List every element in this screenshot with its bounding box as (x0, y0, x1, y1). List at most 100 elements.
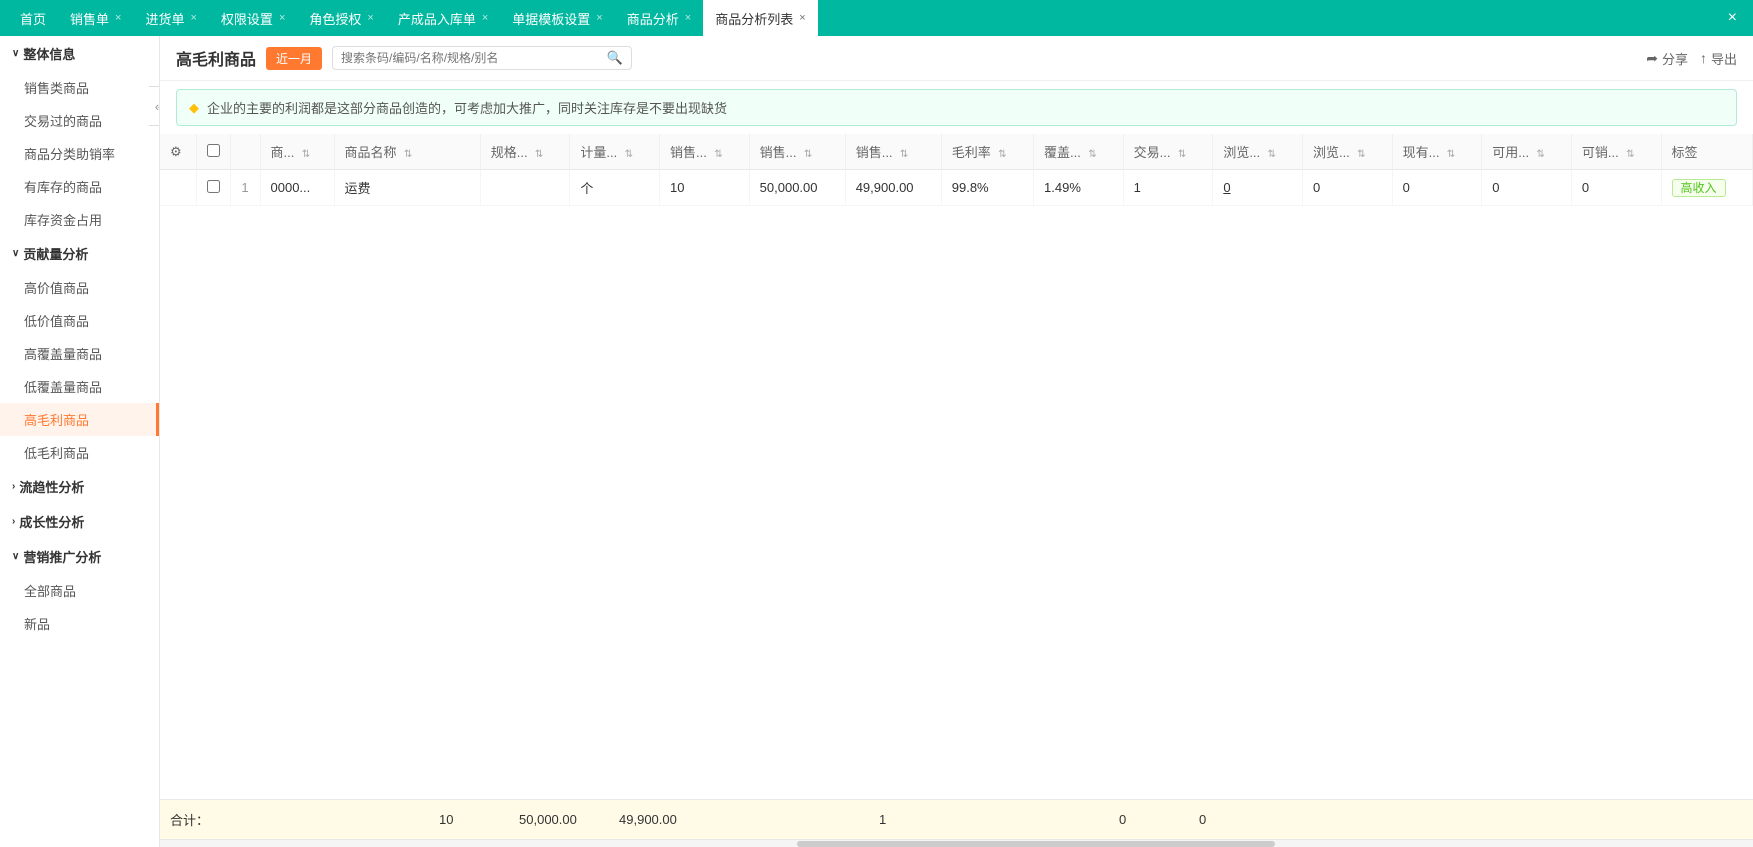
sort-icon: ⇅ (535, 149, 543, 160)
cell-browse1[interactable]: 0 (1213, 170, 1303, 206)
footer-transaction: 1 (869, 812, 949, 827)
cell-gross-margin: 99.8% (941, 170, 1033, 206)
cell-settings (160, 170, 196, 206)
close-icon[interactable]: × (596, 12, 602, 24)
export-icon: ↑ (1700, 50, 1707, 66)
sidebar-group-contribution[interactable]: ∨ 贡献量分析 (0, 236, 159, 271)
close-icon[interactable]: × (279, 12, 285, 24)
col-transaction[interactable]: 交易... ⇅ (1123, 134, 1213, 170)
sidebar-item-sales-goods[interactable]: 销售类商品 (0, 71, 159, 104)
sidebar-item-all-goods[interactable]: 全部商品 (0, 574, 159, 607)
sort-icon: ⇅ (1447, 149, 1455, 160)
col-unit[interactable]: 计量... ⇅ (570, 134, 660, 170)
close-icon[interactable]: × (115, 12, 121, 24)
sort-icon: ⇅ (1178, 149, 1186, 160)
sidebar-item-category-rate[interactable]: 商品分类助销率 (0, 137, 159, 170)
page-title: 高毛利商品 (176, 46, 256, 70)
sidebar-group-contribution-items: 高价值商品 低价值商品 高覆盖量商品 低覆盖量商品 高毛利商品 低毛利商品 (0, 271, 159, 469)
banner-text: 企业的主要的利润都是这部分商品创造的，可考虑加大推广，同时关注库存是不要出现缺货 (207, 98, 727, 117)
nav-item-warehouse[interactable]: 产成品入库单 × (386, 0, 500, 36)
footer-spacer3 (789, 812, 869, 827)
settings-icon[interactable]: ⚙ (170, 144, 182, 159)
col-browse1[interactable]: 浏览... ⇅ (1213, 134, 1303, 170)
search-icon[interactable]: 🔍 (607, 50, 623, 66)
table-body: 1 0000... 运费 个 (160, 170, 1753, 206)
table-row: 1 0000... 运费 个 (160, 170, 1753, 206)
select-all-checkbox[interactable] (207, 144, 220, 157)
col-checkbox[interactable] (196, 134, 230, 170)
cell-sales-qty: 10 (660, 170, 750, 206)
sidebar-collapse-button[interactable]: « (149, 86, 160, 126)
sidebar-item-low-coverage[interactable]: 低覆盖量商品 (0, 370, 159, 403)
search-wrapper: 🔍 (332, 46, 632, 70)
footer-values: 10 50,000.00 49,900.00 1 0 0 (229, 812, 1743, 827)
export-button[interactable]: ↑ 导出 (1700, 49, 1737, 68)
col-name[interactable]: 商品名称 ⇅ (334, 134, 480, 170)
sidebar-item-high-margin[interactable]: 高毛利商品 (0, 403, 159, 436)
close-icon[interactable]: × (685, 12, 691, 24)
close-icon[interactable]: × (799, 12, 805, 24)
sidebar-item-traded-goods[interactable]: 交易过的商品 (0, 104, 159, 137)
col-settings[interactable]: ⚙ (160, 134, 196, 170)
nav-item-roles[interactable]: 角色授权 × (297, 0, 385, 36)
sidebar-item-high-coverage[interactable]: 高覆盖量商品 (0, 337, 159, 370)
sidebar-item-high-value[interactable]: 高价值商品 (0, 271, 159, 304)
sidebar-item-stock-capital[interactable]: 库存资金占用 (0, 203, 159, 236)
footer-spacer4 (949, 812, 1029, 827)
col-sales-amount[interactable]: 销售... ⇅ (749, 134, 845, 170)
scrollbar-thumb[interactable] (797, 841, 1275, 847)
cell-num: 1 (230, 170, 260, 206)
nav-item-permissions[interactable]: 权限设置 × (209, 0, 297, 36)
close-icon[interactable]: × (482, 12, 488, 24)
nav-item-purchase[interactable]: 进货单 × (133, 0, 208, 36)
data-table-container: ⚙ 商... ⇅ 商品名称 ⇅ (160, 134, 1753, 799)
row-checkbox[interactable] (207, 180, 220, 193)
sidebar-item-low-margin[interactable]: 低毛利商品 (0, 436, 159, 469)
share-button[interactable]: ➦ 分享 (1646, 49, 1688, 68)
col-sales-cost[interactable]: 销售... ⇅ (845, 134, 941, 170)
sidebar: « ∨ 整体信息 销售类商品 交易过的商品 商品分类助销率 有库存的商品 库存资… (0, 36, 160, 847)
col-coverage[interactable]: 覆盖... ⇅ (1034, 134, 1124, 170)
col-code[interactable]: 商... ⇅ (260, 134, 334, 170)
cell-browse2: 0 (1302, 170, 1392, 206)
sidebar-group-growth[interactable]: › 成长性分析 (0, 504, 159, 539)
nav-item-analysis[interactable]: 商品分析 × (615, 0, 703, 36)
footer-spacer (229, 812, 429, 827)
sidebar-group-overall[interactable]: ∨ 整体信息 (0, 36, 159, 71)
col-browse2[interactable]: 浏览... ⇅ (1302, 134, 1392, 170)
close-icon[interactable]: × (367, 12, 373, 24)
search-input[interactable] (341, 51, 601, 65)
sidebar-item-low-value[interactable]: 低价值商品 (0, 304, 159, 337)
cell-code: 0000... (260, 170, 334, 206)
nav-item-analysis-list[interactable]: 商品分析列表 × (703, 0, 817, 36)
footer-current-stock: 0 (1109, 812, 1189, 827)
sort-icon: ⇅ (1536, 149, 1544, 160)
col-current-stock[interactable]: 现有... ⇅ (1392, 134, 1482, 170)
sidebar-group-marketing-items: 全部商品 新品 (0, 574, 159, 640)
cell-saleable: 0 (1571, 170, 1661, 206)
nav-item-home[interactable]: 首页 (8, 0, 58, 36)
sort-icon: ⇅ (998, 149, 1006, 160)
col-spec[interactable]: 规格... ⇅ (480, 134, 570, 170)
col-sales-qty[interactable]: 销售... ⇅ (660, 134, 750, 170)
main-layout: « ∨ 整体信息 销售类商品 交易过的商品 商品分类助销率 有库存的商品 库存资… (0, 36, 1753, 847)
footer-spacer2 (709, 812, 789, 827)
nav-item-template[interactable]: 单据模板设置 × (500, 0, 614, 36)
footer-sales-cost: 49,900.00 (609, 812, 709, 827)
sidebar-group-marketing[interactable]: ∨ 营销推广分析 (0, 539, 159, 574)
cell-coverage: 1.49% (1034, 170, 1124, 206)
col-available[interactable]: 可用... ⇅ (1482, 134, 1572, 170)
nav-item-sales[interactable]: 销售单 × (58, 0, 133, 36)
cell-unit: 个 (570, 170, 660, 206)
col-saleable[interactable]: 可销... ⇅ (1571, 134, 1661, 170)
sidebar-item-stocked-goods[interactable]: 有库存的商品 (0, 170, 159, 203)
sidebar-item-new-goods[interactable]: 新品 (0, 607, 159, 640)
horizontal-scrollbar[interactable] (160, 839, 1753, 847)
chevron-down-icon: ∨ (12, 248, 19, 259)
date-filter-button[interactable]: 近一月 (266, 47, 322, 70)
sidebar-group-trend[interactable]: › 流趋性分析 (0, 469, 159, 504)
col-gross-margin[interactable]: 毛利率 ⇅ (941, 134, 1033, 170)
window-close-button[interactable]: × (1720, 9, 1745, 27)
cell-checkbox[interactable] (196, 170, 230, 206)
close-icon[interactable]: × (190, 12, 196, 24)
